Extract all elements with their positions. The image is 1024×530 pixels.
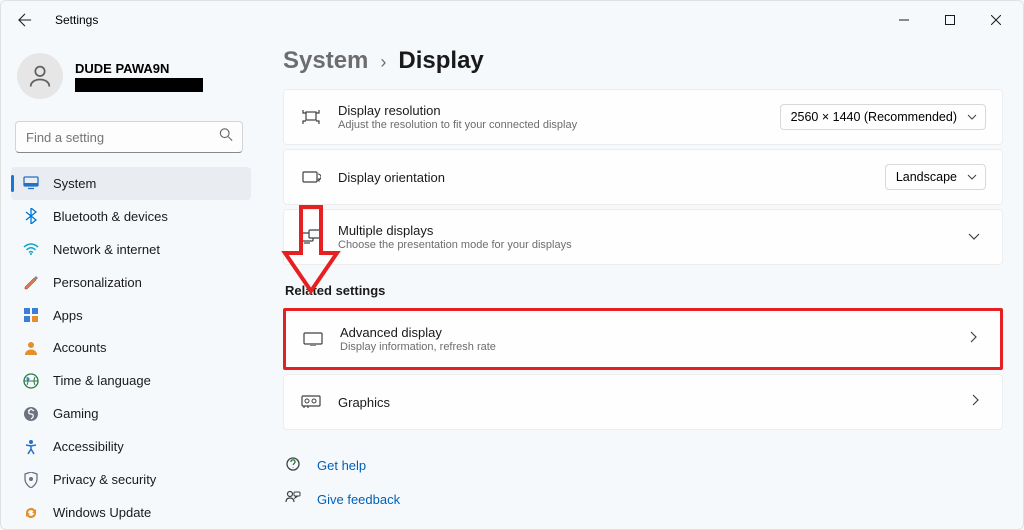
resolution-select[interactable]: 2560 × 1440 (Recommended): [780, 104, 986, 130]
search-input[interactable]: [15, 121, 243, 153]
nav-privacy[interactable]: Privacy & security: [11, 463, 251, 496]
advanced-display-icon: [302, 328, 324, 350]
network-icon: [23, 241, 39, 257]
card-subtitle: Choose the presentation mode for your di…: [338, 239, 968, 251]
select-value: Landscape: [896, 170, 957, 184]
apps-icon: [23, 307, 39, 323]
chevron-down-icon: [967, 174, 977, 180]
breadcrumb-current: Display: [398, 47, 483, 75]
link-label: Get help: [317, 458, 366, 473]
chevron-down-icon: [967, 114, 977, 120]
window-controls: [881, 2, 1019, 38]
card-title: Display orientation: [338, 170, 885, 185]
nav-label: Gaming: [53, 406, 99, 421]
graphics-icon: [300, 391, 322, 413]
nav-label: Apps: [53, 308, 83, 323]
personalization-icon: [23, 274, 39, 290]
resolution-icon: [300, 106, 322, 128]
multiple-displays-icon: [300, 226, 322, 248]
nav-label: Personalization: [53, 275, 142, 290]
titlebar: Settings: [1, 1, 1023, 39]
feedback-icon: [285, 490, 303, 508]
close-button[interactable]: [973, 2, 1019, 38]
gaming-icon: [23, 406, 39, 422]
nav-personalization[interactable]: Personalization: [11, 266, 251, 299]
nav-label: Time & language: [53, 373, 151, 388]
card-title: Display resolution: [338, 103, 780, 118]
bluetooth-icon: [23, 208, 39, 224]
link-feedback[interactable]: Give feedback: [283, 482, 1003, 516]
card-graphics[interactable]: Graphics: [283, 374, 1003, 430]
maximize-icon: [945, 15, 955, 25]
card-orientation[interactable]: Display orientation Landscape: [283, 149, 1003, 205]
nav-label: Windows Update: [53, 505, 151, 520]
card-multiple-displays[interactable]: Multiple displays Choose the presentatio…: [283, 209, 1003, 265]
card-title: Multiple displays: [338, 223, 968, 238]
search-container: [15, 121, 243, 153]
card-title: Graphics: [338, 395, 972, 410]
content-area: System › Display Display resolution Adju…: [259, 39, 1023, 529]
navigate-chevron: [972, 393, 986, 411]
nav-label: Bluetooth & devices: [53, 209, 168, 224]
back-button[interactable]: [7, 2, 43, 38]
link-get-help[interactable]: Get help: [283, 448, 1003, 482]
nav-apps[interactable]: Apps: [11, 299, 251, 332]
section-related: Related settings: [285, 283, 1003, 298]
avatar: [17, 53, 63, 99]
nav-update[interactable]: Windows Update: [11, 496, 251, 529]
nav-bluetooth[interactable]: Bluetooth & devices: [11, 200, 251, 233]
nav-gaming[interactable]: Gaming: [11, 397, 251, 430]
nav-accounts[interactable]: Accounts: [11, 332, 251, 365]
nav-label: Network & internet: [53, 242, 160, 257]
minimize-icon: [899, 15, 909, 25]
card-subtitle: Display information, refresh rate: [340, 341, 970, 353]
system-icon: [23, 175, 39, 191]
arrow-left-icon: [18, 13, 32, 27]
user-email-redacted: [75, 78, 203, 92]
user-name: DUDE PAWA9N: [75, 61, 203, 76]
time-icon: [23, 373, 39, 389]
navigate-chevron: [970, 330, 984, 348]
nav-network[interactable]: Network & internet: [11, 233, 251, 266]
nav-time[interactable]: Time & language: [11, 364, 251, 397]
card-subtitle: Adjust the resolution to fit your connec…: [338, 119, 780, 131]
accessibility-icon: [23, 439, 39, 455]
highlight-annotation: Advanced display Display information, re…: [283, 308, 1003, 370]
breadcrumb: System › Display: [283, 47, 1003, 75]
update-icon: [23, 505, 39, 521]
nav-list: System Bluetooth & devices Network & int…: [11, 167, 251, 529]
maximize-button[interactable]: [927, 2, 973, 38]
expand-chevron: [968, 228, 986, 246]
nav-label: Accessibility: [53, 439, 124, 454]
orientation-icon: [300, 166, 322, 188]
chevron-right-icon: ›: [380, 52, 386, 73]
nav-accessibility[interactable]: Accessibility: [11, 430, 251, 463]
orientation-select[interactable]: Landscape: [885, 164, 986, 190]
card-resolution[interactable]: Display resolution Adjust the resolution…: [283, 89, 1003, 145]
help-icon: [285, 456, 303, 474]
user-profile[interactable]: DUDE PAWA9N: [11, 49, 251, 109]
person-icon: [26, 62, 54, 90]
close-icon: [991, 15, 1001, 25]
minimize-button[interactable]: [881, 2, 927, 38]
search-icon: [219, 128, 233, 147]
card-title: Advanced display: [340, 325, 970, 340]
sidebar: DUDE PAWA9N System Bluetooth & devices N…: [1, 39, 259, 529]
nav-label: Privacy & security: [53, 472, 156, 487]
privacy-icon: [23, 472, 39, 488]
nav-system[interactable]: System: [11, 167, 251, 200]
breadcrumb-parent[interactable]: System: [283, 47, 368, 75]
link-label: Give feedback: [317, 492, 400, 507]
accounts-icon: [23, 340, 39, 356]
nav-label: Accounts: [53, 340, 106, 355]
window-title: Settings: [55, 13, 98, 27]
nav-label: System: [53, 176, 96, 191]
card-advanced-display[interactable]: Advanced display Display information, re…: [286, 311, 1000, 367]
select-value: 2560 × 1440 (Recommended): [791, 110, 957, 124]
